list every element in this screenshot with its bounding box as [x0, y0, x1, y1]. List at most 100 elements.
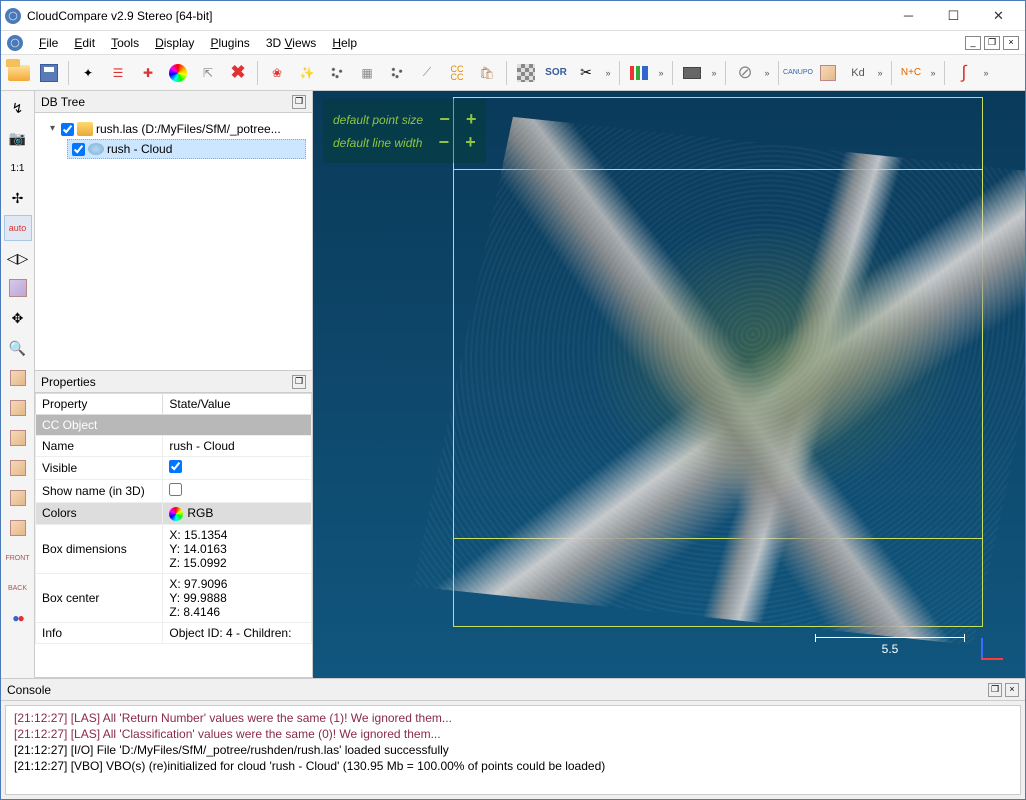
merge-button[interactable]: ⇱ — [194, 59, 222, 87]
mdi-minimize-icon[interactable]: _ — [965, 36, 981, 50]
dbtree-undock-icon[interactable]: ❐ — [292, 95, 306, 109]
scissors-button[interactable]: ✂ — [572, 59, 600, 87]
toolbar-expand-6[interactable]: » — [927, 68, 939, 78]
globe-button[interactable]: ⊘ — [731, 59, 759, 87]
kd-button[interactable]: Kd — [844, 59, 872, 87]
toolbar-expand-7[interactable]: » — [980, 68, 992, 78]
tree-file-row[interactable]: ▾ rush.las (D:/MyFiles/SfM/_potree... — [41, 119, 306, 139]
camera-icon-button[interactable]: 📷 — [4, 125, 32, 151]
pick-rotation-button[interactable]: ✢ — [4, 185, 32, 211]
subsample2-button[interactable] — [383, 59, 411, 87]
camera-button[interactable] — [678, 59, 706, 87]
move-button[interactable]: ✥ — [4, 305, 32, 331]
iso1-button[interactable] — [4, 275, 32, 301]
toolbar-expand-1[interactable]: » — [602, 68, 614, 78]
view-iso2-button[interactable] — [4, 515, 32, 541]
pointsize-minus-button[interactable]: − — [439, 109, 450, 130]
maximize-button[interactable]: ☐ — [931, 2, 976, 30]
minimize-button[interactable]: ─ — [886, 2, 931, 30]
sor-button[interactable]: SOR — [542, 59, 570, 87]
properties-undock-icon[interactable]: ❐ — [292, 375, 306, 389]
auto-pick-button[interactable]: auto — [4, 215, 32, 241]
menu-edit[interactable]: Edit — [66, 34, 103, 52]
app-icon — [5, 8, 21, 24]
clone-button[interactable]: ✚ — [134, 59, 162, 87]
prop-visible-checkbox[interactable] — [169, 460, 182, 473]
props-visible-row: Visible — [36, 457, 312, 480]
menu-help[interactable]: Help — [324, 34, 365, 52]
canupo-button[interactable]: CANUPO — [784, 59, 812, 87]
dbtree-header[interactable]: DB Tree ❐ — [35, 91, 312, 113]
ccc-button[interactable]: CCCC — [443, 59, 471, 87]
tree-cloud-row[interactable]: rush - Cloud — [67, 139, 306, 159]
toolbar-expand-2[interactable]: » — [655, 68, 667, 78]
linewidth-minus-button[interactable]: − — [438, 132, 449, 153]
console-undock-icon[interactable]: ❐ — [988, 683, 1002, 697]
view-side-button[interactable] — [4, 425, 32, 451]
list-button[interactable]: ☰ — [104, 59, 132, 87]
tree-cloud-checkbox[interactable] — [72, 143, 85, 156]
tree-collapse-icon[interactable]: ▾ — [47, 124, 58, 135]
nc-button[interactable]: N+C — [897, 59, 925, 87]
menu-3dviews[interactable]: 3D Views — [258, 34, 325, 52]
console-panel[interactable]: [21:12:27] [LAS] All 'Return Number' val… — [5, 705, 1021, 795]
mesh-button[interactable]: ▦ — [353, 59, 381, 87]
open-button[interactable] — [5, 59, 33, 87]
view-front-button[interactable] — [4, 395, 32, 421]
mdi-close-icon[interactable]: × — [1003, 36, 1019, 50]
fit-button[interactable]: ⟋ — [413, 59, 441, 87]
close-button[interactable]: ✕ — [976, 2, 1021, 30]
properties-panel: Property State/Value CC Object Namerush … — [35, 393, 312, 677]
scale-bar: 5.5 — [815, 634, 965, 656]
view-back-button[interactable] — [4, 455, 32, 481]
menu-plugins[interactable]: Plugins — [202, 34, 257, 52]
toolbar-expand-4[interactable]: » — [761, 68, 773, 78]
view-bottom-button[interactable] — [4, 485, 32, 511]
colorize-button[interactable] — [164, 59, 192, 87]
subsample-button[interactable] — [323, 59, 351, 87]
toolbar-expand-5[interactable]: » — [874, 68, 886, 78]
console-header[interactable]: Console ❐ × — [1, 679, 1025, 701]
3d-viewport[interactable]: default point size − + default line widt… — [313, 91, 1025, 678]
db-tree[interactable]: ▾ rush.las (D:/MyFiles/SfM/_potree... ru… — [35, 113, 312, 370]
props-col-property: Property — [36, 394, 163, 415]
viewport-overlay: default point size − + default line widt… — [323, 99, 486, 163]
titlebar: CloudCompare v2.9 Stereo [64-bit] ─ ☐ ✕ — [1, 1, 1025, 31]
primitive-button[interactable] — [814, 59, 842, 87]
delete-button[interactable]: ✖ — [224, 59, 252, 87]
pointsize-plus-button[interactable]: + — [466, 109, 477, 130]
mdi-restore-icon[interactable]: ❐ — [984, 36, 1000, 50]
curve-button[interactable]: ∫ — [950, 59, 978, 87]
checker-button[interactable] — [512, 59, 540, 87]
view-back2-button[interactable]: BACK — [4, 575, 32, 601]
stereo-button[interactable]: ●● — [4, 605, 32, 631]
cloud-icon — [88, 143, 104, 155]
view-front2-button[interactable]: FRONT — [4, 545, 32, 571]
prop-showname-checkbox[interactable] — [169, 483, 182, 496]
axes-indicator — [977, 630, 1011, 664]
toolbar-expand-3[interactable]: » — [708, 68, 720, 78]
console-title: Console — [7, 683, 985, 697]
histogram-button[interactable] — [625, 59, 653, 87]
sphere-button[interactable]: ❀ — [263, 59, 291, 87]
properties-header[interactable]: Properties ❐ — [35, 371, 312, 393]
save-button[interactable] — [35, 59, 63, 87]
toggle-axis-button[interactable]: ◁▷ — [4, 245, 32, 271]
menu-file[interactable]: File — [31, 34, 66, 52]
bag-button[interactable]: 🛍 — [473, 59, 501, 87]
console-close-icon[interactable]: × — [1005, 683, 1019, 697]
menu-tools[interactable]: Tools — [103, 34, 147, 52]
magnify-button[interactable]: 🔍 — [4, 335, 32, 361]
reset-view-button[interactable]: ↯ — [4, 95, 32, 121]
zoom-1to1-button[interactable]: 1:1 — [4, 155, 32, 181]
view-top-button[interactable] — [4, 365, 32, 391]
wand-button[interactable]: ✨ — [293, 59, 321, 87]
menu-display[interactable]: Display — [147, 34, 202, 52]
pointpick-button[interactable]: ✦ — [74, 59, 102, 87]
console-line: [21:12:27] [LAS] All 'Classification' va… — [14, 726, 1012, 742]
overlay-pointsize-label: default point size — [333, 113, 423, 127]
props-header-row: Property State/Value — [36, 394, 312, 415]
props-colors-row: ColorsRGB — [36, 503, 312, 525]
tree-file-checkbox[interactable] — [61, 123, 74, 136]
linewidth-plus-button[interactable]: + — [465, 132, 476, 153]
